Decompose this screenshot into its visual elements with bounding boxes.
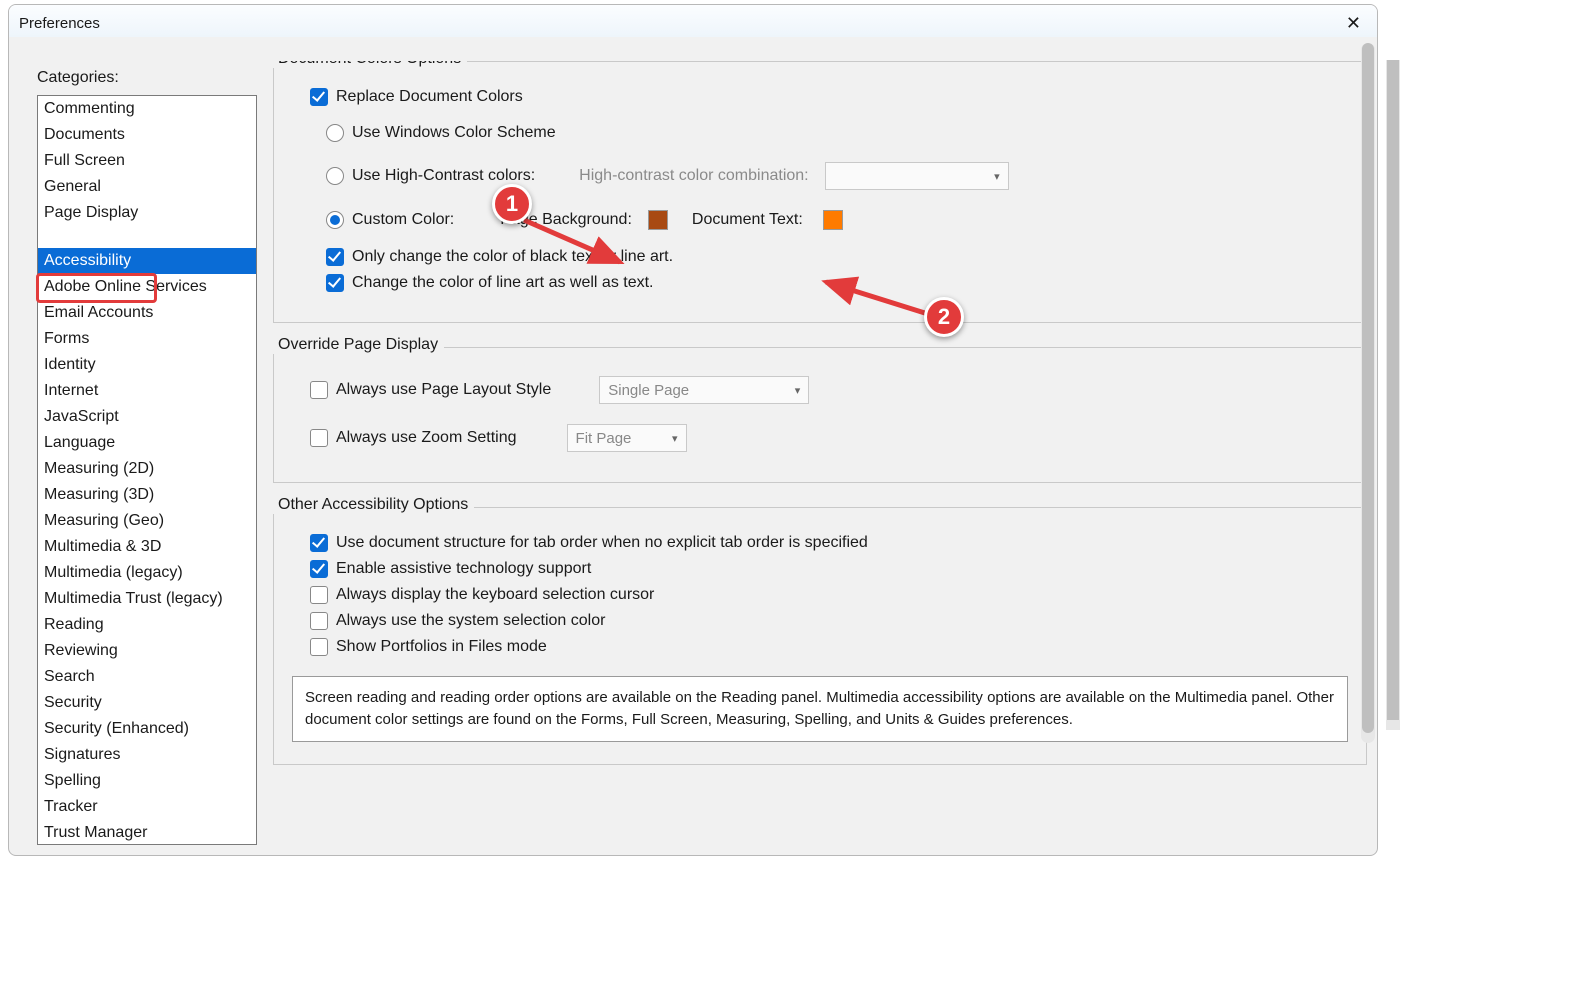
checkbox-replace-colors[interactable] (310, 88, 328, 106)
category-item[interactable]: Commenting (38, 96, 256, 122)
select-zoom-value: Fit Page (576, 430, 632, 447)
category-item[interactable]: Spelling (38, 768, 256, 794)
label-high-contrast: Use High-Contrast colors: (352, 167, 535, 185)
category-item[interactable]: Email Accounts (38, 300, 256, 326)
select-high-contrast[interactable]: ▾ (825, 162, 1009, 190)
category-item[interactable]: JavaScript (38, 404, 256, 430)
label-line-art: Change the color of line art as well as … (352, 274, 654, 292)
category-item[interactable]: Page Display (38, 200, 256, 226)
legend-document-colors: Document Colors Options (273, 61, 467, 68)
category-item[interactable]: Tracker (38, 794, 256, 820)
scrollbar-thumb[interactable] (1362, 43, 1374, 733)
radio-custom-color[interactable] (326, 211, 344, 229)
checkbox-assistive[interactable] (310, 560, 328, 578)
category-item[interactable]: Identity (38, 352, 256, 378)
label-zoom: Always use Zoom Setting (336, 429, 517, 447)
swatch-page-background[interactable] (648, 210, 668, 230)
category-item[interactable]: Language (38, 430, 256, 456)
label-page-layout: Always use Page Layout Style (336, 381, 551, 399)
annotation-callout-2: 2 (924, 297, 964, 337)
category-item[interactable]: Documents (38, 122, 256, 148)
legend-other: Other Accessibility Options (273, 496, 474, 514)
info-text: Screen reading and reading order options… (292, 676, 1348, 742)
dialog-title: Preferences (19, 15, 100, 32)
checkbox-zoom[interactable] (310, 429, 328, 447)
category-item[interactable]: Reviewing (38, 638, 256, 664)
swatch-document-text[interactable] (823, 210, 843, 230)
select-zoom[interactable]: Fit Page ▾ (567, 424, 687, 452)
chevron-down-icon: ▾ (994, 170, 1000, 183)
category-item[interactable]: Measuring (2D) (38, 456, 256, 482)
checkbox-sys-sel-color[interactable] (310, 612, 328, 630)
category-item[interactable]: Internet (38, 378, 256, 404)
categories-list[interactable]: CommentingDocumentsFull ScreenGeneralPag… (37, 95, 257, 845)
category-item[interactable]: Multimedia Trust (legacy) (38, 586, 256, 612)
category-item[interactable]: Security (Enhanced) (38, 716, 256, 742)
categories-label: Categories: (37, 69, 257, 87)
category-item[interactable]: Measuring (3D) (38, 482, 256, 508)
category-item[interactable]: Multimedia & 3D (38, 534, 256, 560)
label-portfolios: Show Portfolios in Files mode (336, 638, 547, 656)
outer-scrollbar[interactable] (1386, 60, 1400, 730)
titlebar: Preferences ✕ (9, 5, 1377, 37)
label-kb-cursor: Always display the keyboard selection cu… (336, 586, 654, 604)
category-item[interactable]: Full Screen (38, 148, 256, 174)
category-item[interactable]: Measuring (Geo) (38, 508, 256, 534)
checkbox-page-layout[interactable] (310, 381, 328, 399)
label-windows-scheme: Use Windows Color Scheme (352, 124, 556, 142)
category-item[interactable]: Trust Manager (38, 820, 256, 845)
content-scrollbar[interactable] (1361, 43, 1375, 743)
group-document-colors: Document Colors Options Replace Document… (273, 61, 1367, 323)
category-item[interactable]: General (38, 174, 256, 200)
category-item[interactable]: Reading (38, 612, 256, 638)
label-only-black: Only change the color of black text or l… (352, 248, 673, 266)
annotation-callout-1: 1 (492, 184, 532, 224)
category-item[interactable]: Search (38, 664, 256, 690)
checkbox-portfolios[interactable] (310, 638, 328, 656)
label-sys-sel-color: Always use the system selection color (336, 612, 605, 630)
group-override-page-display: Override Page Display Always use Page La… (273, 347, 1367, 483)
chevron-down-icon: ▾ (672, 432, 678, 445)
label-custom-color: Custom Color: (352, 211, 454, 229)
radio-high-contrast[interactable] (326, 167, 344, 185)
checkbox-line-art[interactable] (326, 274, 344, 292)
checkbox-only-black[interactable] (326, 248, 344, 266)
label-high-contrast-combo: High-contrast color combination: (579, 167, 808, 185)
close-icon[interactable]: ✕ (1340, 13, 1367, 34)
select-page-layout-value: Single Page (608, 382, 689, 399)
outer-scrollbar-thumb[interactable] (1387, 60, 1399, 720)
category-item[interactable]: Adobe Online Services (38, 274, 256, 300)
category-item[interactable]: Accessibility (38, 248, 256, 274)
category-item[interactable]: Signatures (38, 742, 256, 768)
label-tab-order: Use document structure for tab order whe… (336, 534, 868, 552)
group-other-accessibility: Other Accessibility Options Use document… (273, 507, 1367, 765)
category-item[interactable]: Forms (38, 326, 256, 352)
category-item[interactable]: Multimedia (legacy) (38, 560, 256, 586)
label-doc-text: Document Text: (692, 211, 803, 229)
checkbox-tab-order[interactable] (310, 534, 328, 552)
select-page-layout[interactable]: Single Page ▾ (599, 376, 809, 404)
label-assistive: Enable assistive technology support (336, 560, 591, 578)
preferences-dialog: Preferences ✕ Categories: CommentingDocu… (8, 4, 1378, 856)
label-replace-colors: Replace Document Colors (336, 88, 523, 106)
checkbox-kb-cursor[interactable] (310, 586, 328, 604)
legend-override: Override Page Display (273, 336, 444, 354)
chevron-down-icon: ▾ (795, 384, 801, 397)
category-item[interactable]: Security (38, 690, 256, 716)
radio-windows-scheme[interactable] (326, 124, 344, 142)
